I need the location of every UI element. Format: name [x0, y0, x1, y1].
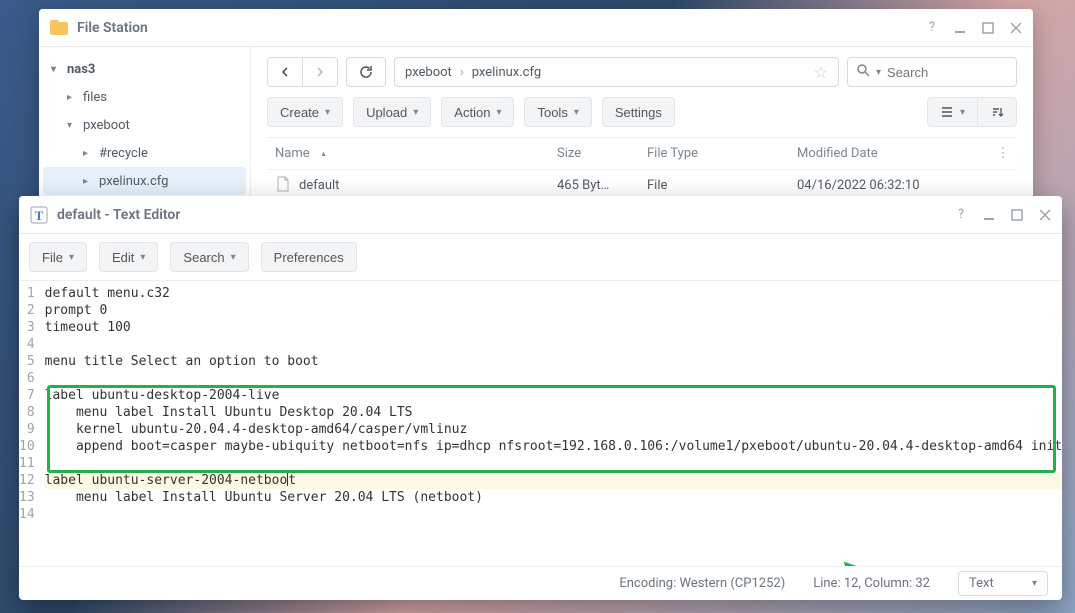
minimize-icon[interactable]	[953, 21, 967, 35]
file-station-window-controls: ?	[925, 21, 1023, 35]
favorite-star-icon[interactable]: ☆	[814, 63, 828, 82]
caret-down-icon: ▾	[51, 64, 61, 75]
search-box[interactable]: ▾	[847, 57, 1017, 87]
table-header: Name▴ Size File Type Modified Date ⋮	[267, 138, 1017, 170]
file-modified-cell: 04/16/2022 06:32:10	[797, 178, 989, 193]
editor-area[interactable]: 1234567891011121314 default menu.c32prom…	[19, 281, 1062, 566]
col-menu-icon[interactable]: ⋮	[989, 146, 1017, 161]
tree-item-pxeboot[interactable]: ▾ pxeboot	[43, 111, 246, 139]
col-modified-header[interactable]: Modified Date	[797, 146, 989, 161]
tree-item-label: #recycle	[99, 146, 148, 161]
chevron-right-icon: ›	[460, 65, 464, 80]
tree-item-recycle[interactable]: ▸ #recycle	[43, 139, 246, 167]
line-number-gutter: 1234567891011121314	[19, 285, 43, 566]
tree-item-label: pxeboot	[83, 118, 130, 133]
sort-button[interactable]	[977, 97, 1017, 127]
maximize-icon[interactable]	[1010, 208, 1024, 222]
tree-item-files[interactable]: ▸ files	[43, 83, 246, 111]
help-icon[interactable]: ?	[925, 21, 939, 35]
tree-item-label: files	[83, 90, 107, 105]
search-menu-button[interactable]: Search▾	[170, 242, 248, 272]
text-editor-statusbar: Encoding: Western (CP1252) Line: 12, Col…	[19, 566, 1062, 600]
syntax-select[interactable]: Text ▾	[958, 571, 1048, 596]
col-type-header[interactable]: File Type	[647, 146, 797, 161]
text-editor-window-controls: ?	[954, 208, 1052, 222]
caret-down-icon: ▾	[67, 120, 77, 131]
file-table: Name▴ Size File Type Modified Date ⋮ def…	[267, 137, 1017, 202]
upload-button[interactable]: Upload▾	[353, 97, 431, 127]
search-input[interactable]	[887, 65, 1033, 80]
file-station-titlebar: File Station ?	[39, 9, 1033, 47]
status-encoding: Encoding: Western (CP1252)	[619, 576, 785, 591]
tools-button[interactable]: Tools▾	[524, 97, 591, 127]
breadcrumb[interactable]: pxeboot › pxelinux.cfg ☆	[394, 57, 839, 87]
status-cursor-pos: Line: 12, Column: 32	[813, 576, 930, 591]
col-size-header[interactable]: Size	[557, 146, 647, 161]
settings-button[interactable]: Settings	[602, 97, 675, 127]
nav-buttons	[267, 57, 338, 87]
close-icon[interactable]	[1038, 208, 1052, 222]
nav-back-button[interactable]	[267, 57, 302, 87]
breadcrumb-part[interactable]: pxeboot	[405, 65, 452, 80]
tree-item-pxelinux-cfg[interactable]: ▸ pxelinux.cfg	[43, 167, 246, 195]
file-size-cell: 465 Byt…	[557, 178, 647, 193]
text-editor-app-icon: T	[29, 205, 49, 225]
caret-right-icon: ▸	[83, 148, 93, 159]
view-list-button[interactable]: ▾	[927, 97, 977, 127]
col-name-header[interactable]: Name▴	[267, 146, 557, 161]
preferences-button[interactable]: Preferences	[261, 242, 357, 272]
edit-menu-button[interactable]: Edit▾	[99, 242, 158, 272]
text-editor-titlebar: T default - Text Editor ?	[19, 196, 1062, 234]
close-icon[interactable]	[1009, 21, 1023, 35]
tree-item-label: pxelinux.cfg	[99, 174, 168, 189]
maximize-icon[interactable]	[981, 21, 995, 35]
chevron-down-icon[interactable]: ▾	[876, 67, 881, 78]
file-station-app-icon	[49, 18, 69, 38]
tree-root-label: nas3	[67, 62, 95, 77]
search-icon	[856, 63, 870, 81]
action-button[interactable]: Action▾	[441, 97, 514, 127]
caret-right-icon: ▸	[67, 92, 77, 103]
text-editor-toolbar: File▾ Edit▾ Search▾ Preferences	[19, 234, 1062, 281]
file-station-title: File Station	[77, 20, 148, 36]
sort-asc-icon: ▴	[322, 149, 326, 158]
chevron-down-icon: ▾	[1032, 578, 1037, 589]
caret-right-icon: ▸	[83, 176, 93, 187]
text-editor-window: T default - Text Editor ? File▾ Edit▾ Se…	[19, 196, 1062, 600]
minimize-icon[interactable]	[982, 208, 996, 222]
svg-text:T: T	[35, 208, 44, 223]
tree-root[interactable]: ▾ nas3	[43, 55, 246, 83]
nav-forward-button[interactable]	[302, 57, 338, 87]
breadcrumb-part[interactable]: pxelinux.cfg	[472, 65, 541, 80]
refresh-button[interactable]	[346, 57, 386, 87]
syntax-label: Text	[969, 576, 994, 591]
file-name-cell: default	[299, 178, 339, 193]
help-icon[interactable]: ?	[954, 208, 968, 222]
file-type-cell: File	[647, 178, 797, 193]
text-editor-title: default - Text Editor	[57, 207, 180, 223]
file-icon	[275, 176, 291, 196]
editor-content[interactable]: default menu.c32prompt 0timeout 100 menu…	[43, 285, 1062, 566]
file-menu-button[interactable]: File▾	[29, 242, 87, 272]
create-button[interactable]: Create▾	[267, 97, 343, 127]
